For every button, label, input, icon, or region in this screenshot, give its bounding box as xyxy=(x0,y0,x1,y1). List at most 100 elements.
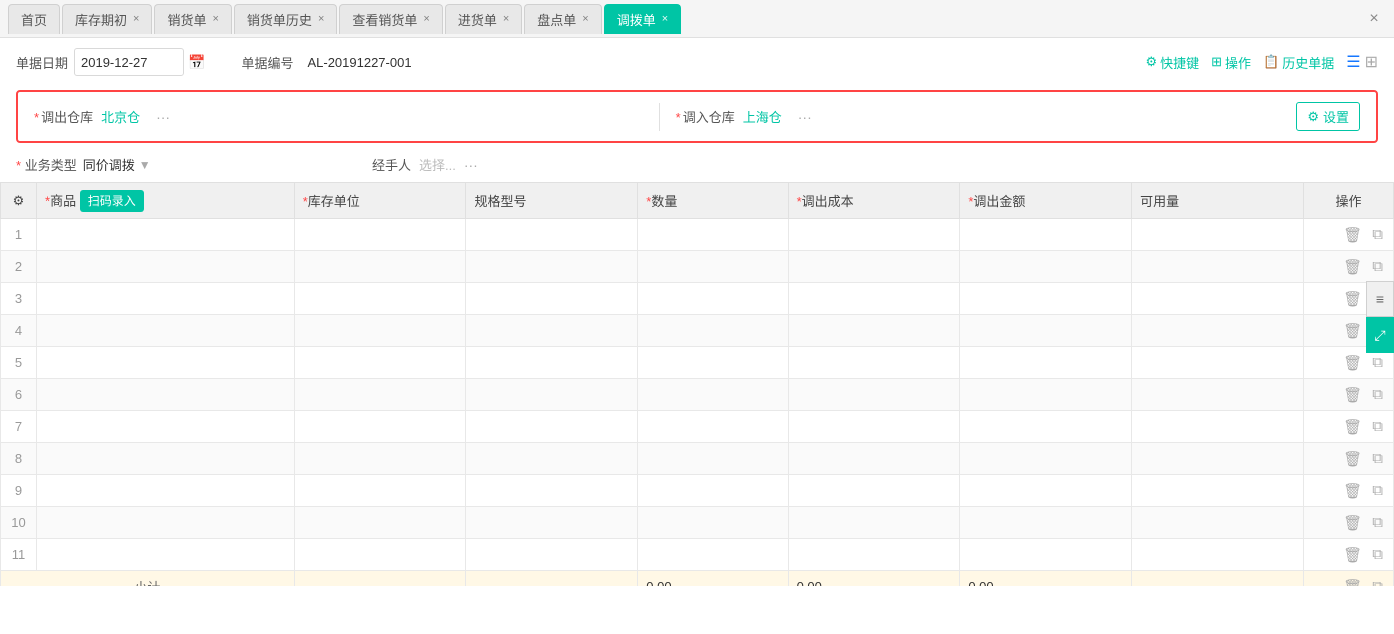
row-product[interactable] xyxy=(37,379,295,411)
calendar-icon[interactable]: 📅 xyxy=(188,54,205,71)
tab-inventory-init[interactable]: 库存期初× xyxy=(62,4,152,34)
tab-close-purchase-order[interactable]: × xyxy=(503,13,509,25)
row-product[interactable] xyxy=(37,315,295,347)
row-qty[interactable] xyxy=(638,251,788,283)
tab-sales-order[interactable]: 销货单× xyxy=(154,4,231,34)
subtotal-delete-btn[interactable]: 🗑 xyxy=(1341,578,1364,587)
row-available[interactable] xyxy=(1132,219,1304,251)
delete-row-btn[interactable]: 🗑 xyxy=(1341,386,1364,404)
row-available[interactable] xyxy=(1132,251,1304,283)
scan-btn[interactable]: 扫码录入 xyxy=(80,190,144,212)
row-amount[interactable] xyxy=(960,219,1132,251)
row-unit[interactable] xyxy=(294,475,466,507)
row-product[interactable] xyxy=(37,219,295,251)
side-list-btn[interactable]: ≡ xyxy=(1366,281,1394,317)
shortcut-btn[interactable]: ⚙ 快捷键 xyxy=(1145,53,1199,72)
settings-button[interactable]: ⚙ 设置 xyxy=(1296,102,1360,131)
row-qty[interactable] xyxy=(638,315,788,347)
row-product[interactable] xyxy=(37,411,295,443)
col-settings[interactable]: ⚙ xyxy=(1,183,37,219)
person-more-btn[interactable]: ··· xyxy=(464,157,478,173)
row-unit[interactable] xyxy=(294,251,466,283)
window-close-button[interactable]: × xyxy=(1362,7,1386,31)
row-available[interactable] xyxy=(1132,283,1304,315)
row-amount[interactable] xyxy=(960,251,1132,283)
row-product[interactable] xyxy=(37,443,295,475)
subtotal-copy-btn[interactable]: ⧉ xyxy=(1370,578,1385,586)
tab-close-sales-order[interactable]: × xyxy=(212,13,218,25)
row-cost[interactable] xyxy=(788,251,960,283)
tab-transfer[interactable]: 调拨单× xyxy=(604,4,681,34)
row-cost[interactable] xyxy=(788,283,960,315)
view-toggle[interactable]: ☰ ⊞ xyxy=(1346,52,1378,72)
tab-purchase-order[interactable]: 进货单× xyxy=(445,4,522,34)
tab-close-inventory-check[interactable]: × xyxy=(582,13,588,25)
delete-row-btn[interactable]: 🗑 xyxy=(1341,514,1364,532)
delete-row-btn[interactable]: 🗑 xyxy=(1341,226,1364,244)
row-unit[interactable] xyxy=(294,283,466,315)
delete-row-btn[interactable]: 🗑 xyxy=(1341,418,1364,436)
row-spec[interactable] xyxy=(466,347,638,379)
row-unit[interactable] xyxy=(294,379,466,411)
row-product[interactable] xyxy=(37,251,295,283)
row-available[interactable] xyxy=(1132,315,1304,347)
row-qty[interactable] xyxy=(638,507,788,539)
row-qty[interactable] xyxy=(638,219,788,251)
copy-row-btn[interactable]: ⧉ xyxy=(1370,482,1385,499)
row-cost[interactable] xyxy=(788,219,960,251)
row-cost[interactable] xyxy=(788,411,960,443)
delete-row-btn[interactable]: 🗑 xyxy=(1341,450,1364,468)
row-cost[interactable] xyxy=(788,539,960,571)
in-warehouse-more-btn[interactable]: ··· xyxy=(798,109,812,125)
row-cost[interactable] xyxy=(788,507,960,539)
copy-row-btn[interactable]: ⧉ xyxy=(1370,450,1385,467)
row-amount[interactable] xyxy=(960,315,1132,347)
row-spec[interactable] xyxy=(466,475,638,507)
in-warehouse-value[interactable]: 上海仓 xyxy=(743,107,782,126)
row-unit[interactable] xyxy=(294,507,466,539)
out-warehouse-more-btn[interactable]: ··· xyxy=(156,109,170,125)
row-unit[interactable] xyxy=(294,347,466,379)
row-qty[interactable] xyxy=(638,283,788,315)
tab-home[interactable]: 首页 xyxy=(8,4,60,34)
row-qty[interactable] xyxy=(638,443,788,475)
delete-row-btn[interactable]: 🗑 xyxy=(1341,290,1364,308)
row-available[interactable] xyxy=(1132,475,1304,507)
row-amount[interactable] xyxy=(960,411,1132,443)
row-unit[interactable] xyxy=(294,315,466,347)
row-cost[interactable] xyxy=(788,379,960,411)
row-spec[interactable] xyxy=(466,219,638,251)
doc-date-input[interactable] xyxy=(74,48,184,76)
row-cost[interactable] xyxy=(788,347,960,379)
row-spec[interactable] xyxy=(466,539,638,571)
tab-view-sales[interactable]: 查看销货单× xyxy=(339,4,442,34)
row-qty[interactable] xyxy=(638,475,788,507)
row-cost[interactable] xyxy=(788,443,960,475)
copy-row-btn[interactable]: ⧉ xyxy=(1370,514,1385,531)
row-amount[interactable] xyxy=(960,539,1132,571)
row-unit[interactable] xyxy=(294,411,466,443)
row-amount[interactable] xyxy=(960,347,1132,379)
row-cost[interactable] xyxy=(788,315,960,347)
row-product[interactable] xyxy=(37,539,295,571)
row-spec[interactable] xyxy=(466,379,638,411)
row-available[interactable] xyxy=(1132,411,1304,443)
row-qty[interactable] xyxy=(638,347,788,379)
row-spec[interactable] xyxy=(466,507,638,539)
copy-row-btn[interactable]: ⧉ xyxy=(1370,354,1385,371)
row-amount[interactable] xyxy=(960,507,1132,539)
row-product[interactable] xyxy=(37,475,295,507)
copy-row-btn[interactable]: ⧉ xyxy=(1370,226,1385,243)
tab-close-sales-history[interactable]: × xyxy=(318,13,324,25)
row-product[interactable] xyxy=(37,283,295,315)
row-available[interactable] xyxy=(1132,347,1304,379)
tab-close-transfer[interactable]: × xyxy=(662,13,668,25)
row-amount[interactable] xyxy=(960,379,1132,411)
row-cost[interactable] xyxy=(788,475,960,507)
delete-row-btn[interactable]: 🗑 xyxy=(1341,482,1364,500)
row-spec[interactable] xyxy=(466,315,638,347)
side-expand-btn[interactable]: ⤢ xyxy=(1366,317,1394,353)
row-amount[interactable] xyxy=(960,283,1132,315)
copy-row-btn[interactable]: ⧉ xyxy=(1370,418,1385,435)
row-spec[interactable] xyxy=(466,251,638,283)
